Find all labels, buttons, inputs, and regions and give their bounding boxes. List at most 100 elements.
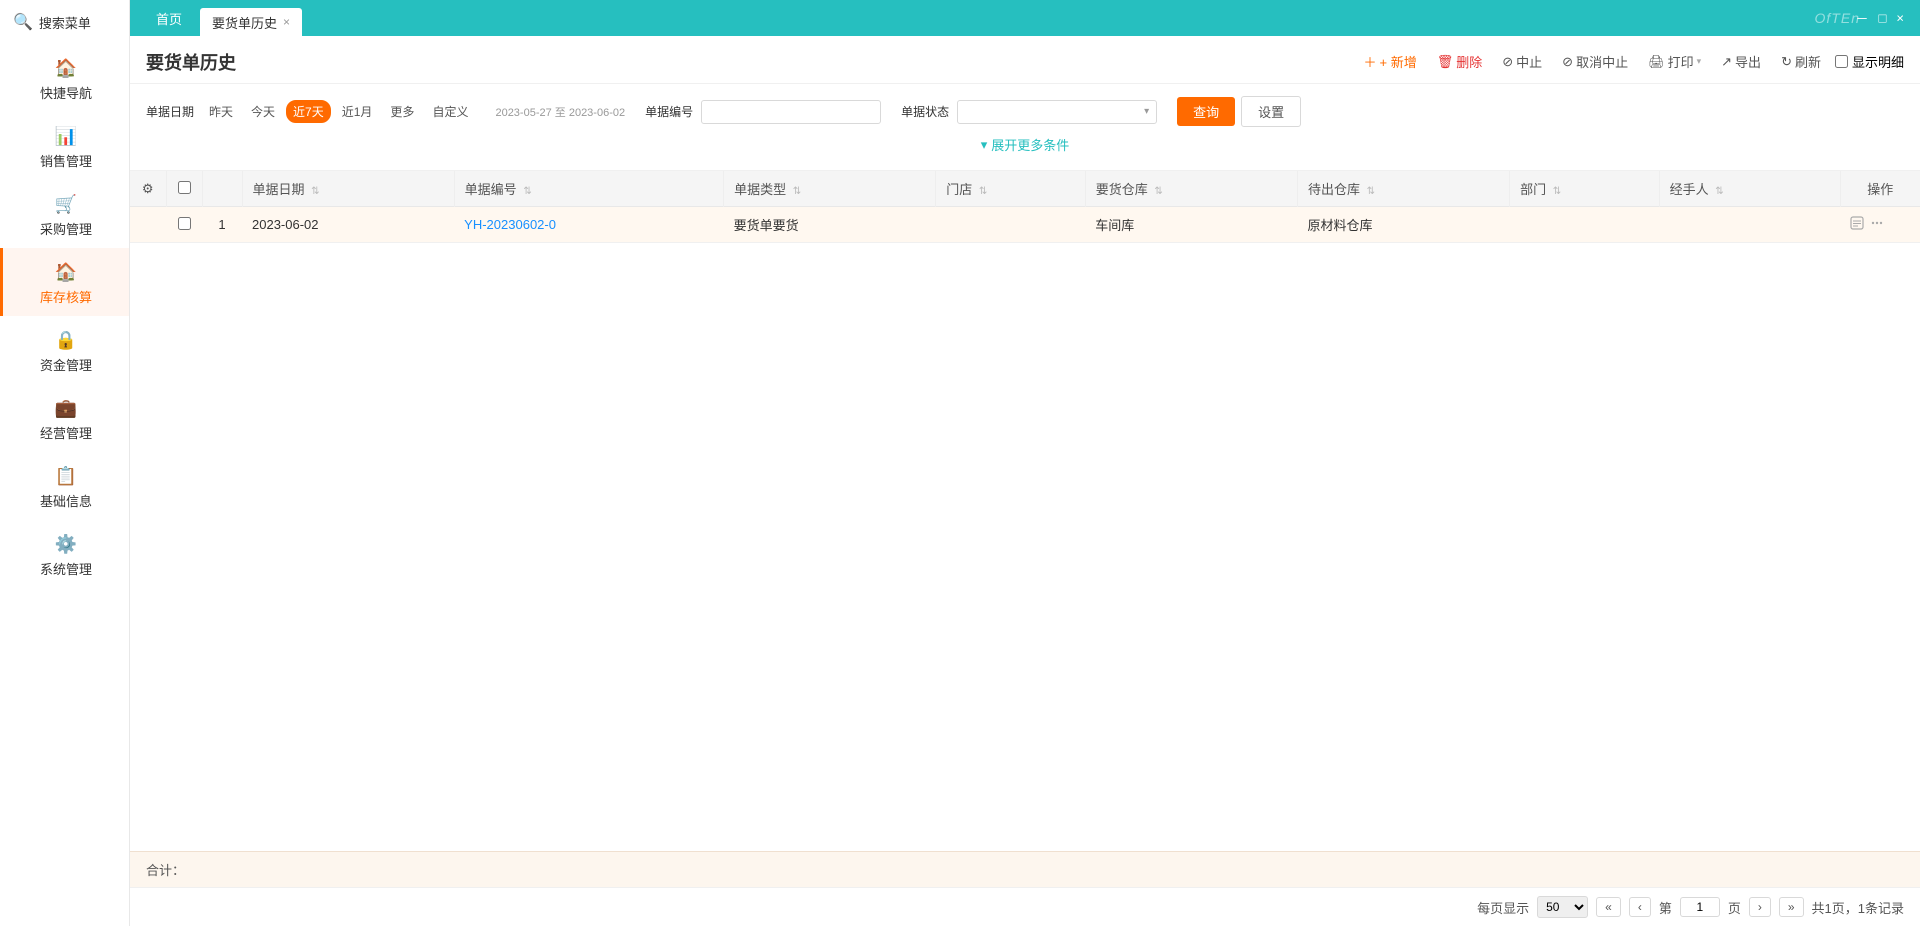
row-checkbox-cell xyxy=(166,207,202,243)
tab-close-icon[interactable]: × xyxy=(283,15,290,29)
sidebar-item-finance[interactable]: 🔒 资金管理 xyxy=(0,316,129,384)
export-button[interactable]: ↗ 导出 xyxy=(1715,48,1767,75)
tab-home[interactable]: 首页 xyxy=(140,0,198,36)
sales-icon: 📊 xyxy=(55,126,77,147)
search-icon: 🔍 xyxy=(13,12,33,32)
print-dropdown-icon: ▾ xyxy=(1697,56,1702,67)
sort-type-icon[interactable]: ⇅ xyxy=(793,186,801,197)
sort-department-icon[interactable]: ⇅ xyxy=(1553,186,1561,197)
col-req-warehouse[interactable]: 要货仓库 ⇅ xyxy=(1085,171,1297,207)
col-date[interactable]: 单据日期 ⇅ xyxy=(242,171,454,207)
col-number[interactable]: 单据编号 ⇅ xyxy=(454,171,723,207)
sidebar: 🔍 搜索菜单 🏠 快捷导航 📊 销售管理 🛒 采购管理 🏠 库存核算 🔒 资金管… xyxy=(0,0,130,926)
page-header: 要货单历史 ＋ + 新增 🗑 删除 ⊘ 中止 ⊘ 取消中止 xyxy=(130,36,1920,84)
date-btn-more[interactable]: 更多 xyxy=(383,100,421,123)
sort-pending-warehouse-icon[interactable]: ⇅ xyxy=(1367,186,1375,197)
system-icon: ⚙️ xyxy=(55,534,77,555)
refresh-button[interactable]: ↻ 刷新 xyxy=(1775,48,1827,75)
date-btn-last7days[interactable]: 近7天 xyxy=(286,100,331,123)
sidebar-item-operations[interactable]: 💼 经营管理 xyxy=(0,384,129,452)
doc-number-label: 单据编号 xyxy=(645,103,693,120)
expand-more-row: ▾ 展开更多条件 xyxy=(146,135,1904,154)
sort-number-icon[interactable]: ⇅ xyxy=(523,186,531,197)
settings-button[interactable]: 设置 xyxy=(1241,96,1301,127)
new-button[interactable]: ＋ + 新增 xyxy=(1357,48,1422,75)
select-all-checkbox[interactable] xyxy=(178,181,191,194)
page-label: 第 xyxy=(1659,898,1672,917)
cancel-stop-icon: ⊘ xyxy=(1562,54,1573,70)
row-checkbox[interactable] xyxy=(178,217,191,230)
action-icons-group xyxy=(1850,216,1910,233)
row-edit-icon[interactable] xyxy=(1850,216,1864,233)
cancel-stop-button[interactable]: ⊘ 取消中止 xyxy=(1556,48,1634,75)
sidebar-item-label: 基础信息 xyxy=(40,491,92,510)
doc-number-link[interactable]: YH-20230602-0 xyxy=(464,217,556,232)
row-pending-warehouse: 原材料仓库 xyxy=(1297,207,1509,243)
display-detail-checkbox[interactable] xyxy=(1835,55,1848,68)
sidebar-item-system[interactable]: ⚙️ 系统管理 xyxy=(0,520,129,588)
sidebar-item-purchase[interactable]: 🛒 采购管理 xyxy=(0,180,129,248)
tab-active-label: 要货单历史 xyxy=(212,13,277,32)
expand-icon: ▾ xyxy=(981,137,988,153)
status-select[interactable] xyxy=(957,100,1157,124)
col-handler[interactable]: 经手人 ⇅ xyxy=(1659,171,1840,207)
sidebar-item-sales[interactable]: 📊 销售管理 xyxy=(0,112,129,180)
table-footer: 合计： xyxy=(130,851,1920,887)
window-close-icon[interactable]: × xyxy=(1896,11,1904,26)
prev-page-button[interactable]: ‹ xyxy=(1629,897,1651,917)
row-num: 1 xyxy=(202,207,242,243)
page-number-input[interactable] xyxy=(1680,897,1720,917)
col-type[interactable]: 单据类型 ⇅ xyxy=(724,171,936,207)
row-handler xyxy=(1659,207,1840,243)
stop-button[interactable]: ⊘ 中止 xyxy=(1496,48,1548,75)
next-page-button[interactable]: › xyxy=(1749,897,1771,917)
sort-req-warehouse-icon[interactable]: ⇅ xyxy=(1154,186,1162,197)
row-actions xyxy=(1840,207,1920,243)
tab-active[interactable]: 要货单历史 × xyxy=(200,8,302,36)
table-row: 1 2023-06-02 YH-20230602-0 要货单要货 车间库 原材料… xyxy=(130,207,1920,243)
page-size-select[interactable]: 50 100 xyxy=(1537,896,1588,918)
date-btn-custom[interactable]: 自定义 xyxy=(425,100,475,123)
sidebar-item-base-info[interactable]: 📋 基础信息 xyxy=(0,452,129,520)
doc-number-input[interactable] xyxy=(701,100,881,124)
first-page-button[interactable]: « xyxy=(1596,897,1621,917)
col-settings[interactable]: ⚙ xyxy=(130,171,166,207)
new-icon: ＋ xyxy=(1363,52,1376,71)
sidebar-item-label: 库存核算 xyxy=(40,287,92,306)
window-maximize-icon[interactable]: □ xyxy=(1879,11,1887,26)
row-more-icon[interactable] xyxy=(1870,216,1884,233)
stop-icon: ⊘ xyxy=(1502,54,1513,70)
base-info-icon: 📋 xyxy=(55,466,77,487)
print-button[interactable]: 🖨 打印 ▾ xyxy=(1642,48,1707,75)
sort-store-icon[interactable]: ⇅ xyxy=(979,186,987,197)
date-btn-last-month[interactable]: 近1月 xyxy=(335,100,380,123)
sidebar-item-label: 采购管理 xyxy=(40,219,92,238)
sort-handler-icon[interactable]: ⇅ xyxy=(1715,186,1723,197)
export-icon: ↗ xyxy=(1721,54,1732,70)
col-pending-warehouse[interactable]: 待出仓库 ⇅ xyxy=(1297,171,1509,207)
display-detail-toggle[interactable]: 显示明细 xyxy=(1835,52,1904,71)
total-label: 合计： xyxy=(146,860,185,879)
delete-button[interactable]: 🗑 删除 xyxy=(1431,48,1489,75)
col-department[interactable]: 部门 ⇅ xyxy=(1510,171,1660,207)
home-icon: 🏠 xyxy=(55,58,77,79)
last-page-button[interactable]: » xyxy=(1779,897,1804,917)
row-type: 要货单要货 xyxy=(724,207,936,243)
tab-bar: 首页 要货单历史 × OfTEn － □ × xyxy=(130,0,1920,36)
sidebar-item-quick-nav[interactable]: 🏠 快捷导航 xyxy=(0,44,129,112)
sidebar-item-inventory[interactable]: 🏠 库存核算 xyxy=(0,248,129,316)
status-filter-group: 单据状态 ▾ xyxy=(901,100,1157,124)
date-btn-yesterday[interactable]: 昨天 xyxy=(202,100,240,123)
operations-icon: 💼 xyxy=(55,398,77,419)
window-minimize-icon[interactable]: － xyxy=(1856,9,1869,28)
col-num xyxy=(202,171,242,207)
finance-icon: 🔒 xyxy=(55,330,77,351)
sidebar-search[interactable]: 🔍 搜索菜单 xyxy=(0,0,129,44)
expand-more-button[interactable]: ▾ 展开更多条件 xyxy=(981,135,1070,154)
sort-date-icon[interactable]: ⇅ xyxy=(311,186,319,197)
query-button[interactable]: 查询 xyxy=(1177,97,1235,126)
date-btn-today[interactable]: 今天 xyxy=(244,100,282,123)
row-number: YH-20230602-0 xyxy=(454,207,723,243)
col-store[interactable]: 门店 ⇅ xyxy=(936,171,1086,207)
delete-icon: 🗑 xyxy=(1437,54,1454,70)
